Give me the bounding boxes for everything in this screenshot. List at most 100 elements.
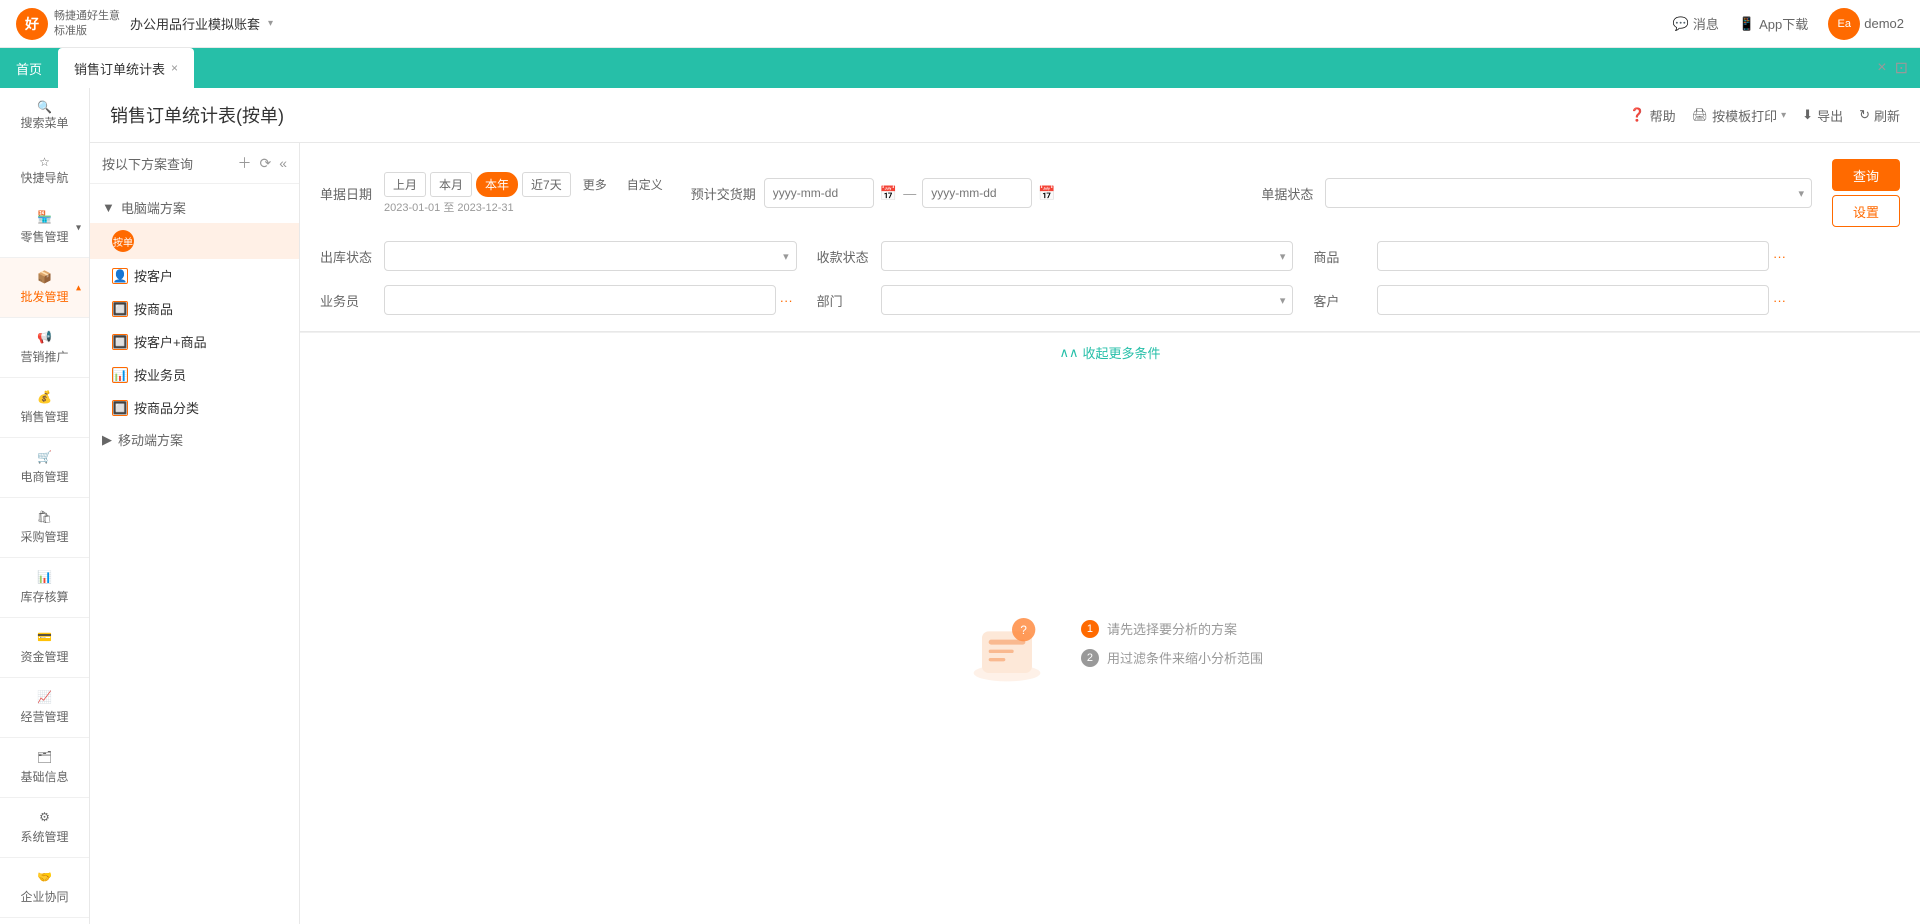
filter-pred-date-group: 预计交货期 📅 — 📅 xyxy=(691,178,1242,208)
query-button[interactable]: 查询 xyxy=(1832,159,1900,191)
period-this-year[interactable]: 本年 xyxy=(476,172,518,197)
filter-row-1: 单据日期 上月 本月 本年 近7天 更多 自定义 20 xyxy=(320,159,1900,227)
sidebar-item-ecommerce[interactable]: 🛒 电商管理 xyxy=(0,438,89,498)
filter-customer-group: 客户 ··· xyxy=(1313,285,1790,315)
chevron-right-icon: ▾ xyxy=(76,222,81,233)
scheme-item-by-customer-goods[interactable]: 🔲 按客户+商品 xyxy=(90,325,299,358)
workspace-dropdown-icon: ▾ xyxy=(268,18,273,29)
filter-salesperson-group: 业务员 ··· xyxy=(320,285,797,315)
person-scheme-icon: 📊 xyxy=(112,367,128,383)
main-layout: 🔍 搜索菜单 ☆ 快捷导航 🏪 零售管理 ▾ 📦 批发管理 ▴ 📢 营销推广 💰… xyxy=(0,88,1920,924)
sidebar-item-wholesale[interactable]: 📦 批发管理 ▴ xyxy=(0,258,89,318)
goods-more-button[interactable]: ··· xyxy=(1769,249,1790,264)
top-bar-right: 💬 消息 📱 App下载 Ea demo2 xyxy=(1673,8,1904,40)
sidebar-item-enterprise[interactable]: 🤝 企业协同 xyxy=(0,858,89,918)
refresh-scheme-button[interactable]: ⟳ xyxy=(259,155,271,172)
filter-department-group: 部门 ▾ xyxy=(817,285,1294,315)
department-select[interactable] xyxy=(881,285,1294,315)
refresh-icon: ↻ xyxy=(1859,107,1870,123)
sidebar-item-purchase[interactable]: 🛍 采购管理 xyxy=(0,498,89,558)
customer-input[interactable] xyxy=(1377,285,1769,315)
message-action[interactable]: 💬 消息 xyxy=(1673,14,1719,33)
user-profile[interactable]: Ea demo2 xyxy=(1828,8,1904,40)
sidebar-item-newbie[interactable]: 🎯 新手引导 xyxy=(0,918,89,924)
category-scheme-icon: 🔲 xyxy=(112,400,128,416)
sidebar-item-retail[interactable]: 🏪 零售管理 ▾ xyxy=(0,198,89,258)
sidebar-item-sales[interactable]: 💰 销售管理 xyxy=(0,378,89,438)
sidebar-item-quick-nav[interactable]: ☆ 快捷导航 xyxy=(0,143,89,198)
scheme-item-by-customer[interactable]: 👤 按客户 xyxy=(90,259,299,292)
filter-area: 单据日期 上月 本月 本年 近7天 更多 自定义 20 xyxy=(300,143,1920,332)
department-select-wrapper: ▾ xyxy=(881,285,1294,315)
sidebar-item-inventory[interactable]: 📊 库存核算 xyxy=(0,558,89,618)
status-select-wrapper: ▾ xyxy=(1325,178,1812,208)
scheme-item-by-salesperson[interactable]: 📊 按业务员 xyxy=(90,358,299,391)
scheme-item-by-order[interactable]: 按单 xyxy=(90,223,299,259)
export-button[interactable]: ⬇ 导出 xyxy=(1802,106,1843,125)
calendar-end-icon[interactable]: 📅 xyxy=(1038,185,1055,202)
refresh-button[interactable]: ↻ 刷新 xyxy=(1859,106,1900,125)
period-last7[interactable]: 近7天 xyxy=(522,172,571,197)
salesperson-input[interactable] xyxy=(384,285,776,315)
printer-icon: 🖨 xyxy=(1692,107,1709,123)
customer-more-button[interactable]: ··· xyxy=(1769,293,1790,308)
tip-item-2: 2 用过滤条件来缩小分析范围 xyxy=(1081,648,1263,667)
empty-state: ? 1 请先选择要分析的方案 2 用过滤条件来缩小分析范围 xyxy=(300,372,1920,924)
sidebar-item-basic[interactable]: 🗂 基础信息 xyxy=(0,738,89,798)
tab-sales-order-stats[interactable]: 销售订单统计表 × xyxy=(58,48,194,88)
customer-wrapper: ··· xyxy=(1377,285,1790,315)
calendar-start-icon[interactable]: 📅 xyxy=(880,185,897,202)
goods-input[interactable] xyxy=(1377,241,1769,271)
setting-button[interactable]: 设置 xyxy=(1832,195,1900,227)
date-range-display: 2023-01-01 至 2023-12-31 xyxy=(384,199,671,215)
date-period-group: 上月 本月 本年 近7天 更多 自定义 xyxy=(384,172,671,197)
salesperson-more-button[interactable]: ··· xyxy=(776,293,797,308)
message-icon: 💬 xyxy=(1673,16,1689,32)
scheme-item-by-category[interactable]: 🔲 按商品分类 xyxy=(90,391,299,424)
window-close-icon[interactable]: × xyxy=(1877,59,1886,77)
order-scheme-icon: 按单 xyxy=(112,230,134,252)
filter-receipt-status-group: 收款状态 ▾ xyxy=(817,241,1294,271)
sidebar-item-operation[interactable]: 📈 经营管理 xyxy=(0,678,89,738)
scheme-item-by-goods[interactable]: 🔲 按商品 xyxy=(90,292,299,325)
collapse-panel-button[interactable]: « xyxy=(279,155,287,171)
tab-close-button[interactable]: × xyxy=(171,61,178,75)
triangle-right-icon: ▶ xyxy=(102,432,112,448)
pred-date-start[interactable] xyxy=(764,178,874,208)
window-controls: × ⊡ xyxy=(1877,58,1920,78)
ship-status-select[interactable] xyxy=(384,241,797,271)
star-icon: ☆ xyxy=(39,155,50,169)
inventory-icon: 📊 xyxy=(37,570,52,584)
pred-date-end[interactable] xyxy=(922,178,1032,208)
app-download-action[interactable]: 📱 App下载 xyxy=(1739,14,1808,33)
window-maximize-icon[interactable]: ⊡ xyxy=(1895,58,1908,78)
salesperson-wrapper: ··· xyxy=(384,285,797,315)
period-this-month[interactable]: 本月 xyxy=(430,172,472,197)
sidebar-item-marketing[interactable]: 📢 营销推广 xyxy=(0,318,89,378)
basic-icon: 🗂 xyxy=(37,750,52,764)
collapse-bar[interactable]: ∧∧ 收起更多条件 xyxy=(300,332,1920,372)
filter-row-2: 出库状态 ▾ 收款状态 xyxy=(320,241,1900,271)
period-more[interactable]: 更多 xyxy=(575,173,615,196)
sidebar-item-finance[interactable]: 💳 资金管理 xyxy=(0,618,89,678)
mobile-scheme-group[interactable]: ▶ 移动端方案 xyxy=(90,424,299,455)
status-select[interactable] xyxy=(1325,178,1812,208)
receipt-status-select[interactable] xyxy=(881,241,1294,271)
workspace-selector[interactable]: 办公用品行业模拟账套 ▾ xyxy=(130,14,273,33)
filter-date-group: 单据日期 上月 本月 本年 近7天 更多 自定义 20 xyxy=(320,172,671,215)
purchase-icon: 🛍 xyxy=(37,510,52,524)
sidebar-item-search[interactable]: 🔍 搜索菜单 xyxy=(0,88,89,143)
query-btn-group: 查询 设置 xyxy=(1832,159,1900,227)
template-print-button[interactable]: 🖨 按模板打印 ▾ xyxy=(1692,106,1787,125)
add-scheme-button[interactable]: ＋ xyxy=(237,153,251,173)
top-bar-left: 好 畅捷通好生意 标准版 办公用品行业模拟账套 ▾ xyxy=(16,8,273,40)
period-last-month[interactable]: 上月 xyxy=(384,172,426,197)
right-panel: 单据日期 上月 本月 本年 近7天 更多 自定义 20 xyxy=(300,143,1920,924)
pc-scheme-group[interactable]: ▼ 电脑端方案 xyxy=(90,192,299,223)
sidebar-item-system[interactable]: ⚙ 系统管理 xyxy=(0,798,89,858)
help-button[interactable]: ❓ 帮助 xyxy=(1629,106,1675,125)
period-custom[interactable]: 自定义 xyxy=(619,173,671,196)
logo-icon: 好 xyxy=(16,8,48,40)
filter-row-3: 业务员 ··· 部门 ▾ xyxy=(320,285,1900,315)
tab-home[interactable]: 首页 xyxy=(0,48,58,88)
